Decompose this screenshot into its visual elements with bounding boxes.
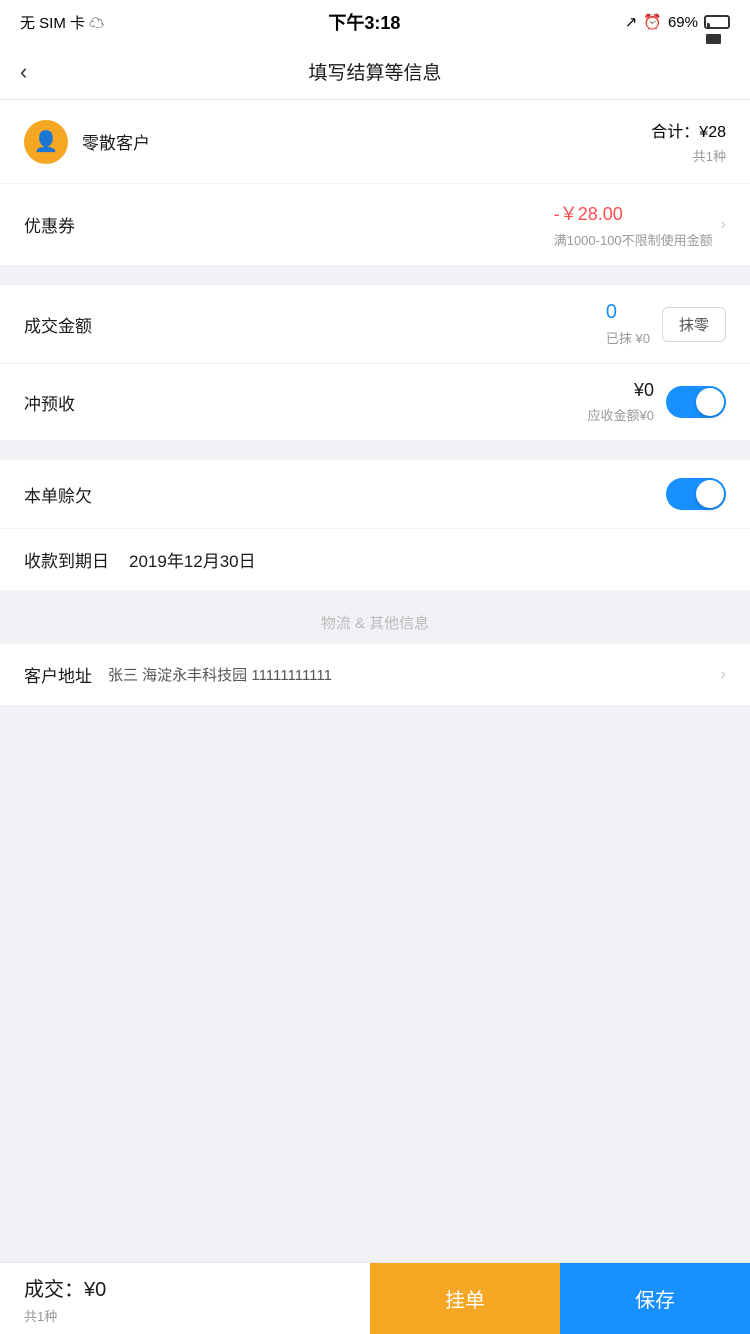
customer-card: 👤 零散客户 合计：¥28 共1种 优惠券 -￥28.00 满1000-100不… [0,100,750,265]
prepay-sub-value: 应收金额¥0 [588,405,654,424]
status-left: 无 SIM 卡 ☁ [20,12,104,33]
bottom-bar: 成交：¥0 共1种 挂单 保存 [0,1262,750,1334]
transaction-amount-label: 成交金额 [24,312,92,337]
round-down-button[interactable]: 抹零 [662,307,726,342]
nav-bar: ‹ 填写结算等信息 [0,44,750,100]
address-value: 张三 海淀永丰科技园 11111111111 [108,664,721,685]
coupon-row[interactable]: 优惠券 -￥28.00 满1000-100不限制使用金额 › [0,183,750,265]
coupon-label: 优惠券 [24,212,75,237]
content-area: 👤 零散客户 合计：¥28 共1种 优惠券 -￥28.00 满1000-100不… [0,100,750,795]
no-sim-text: 无 SIM 卡 ☁ [20,12,104,33]
address-row[interactable]: 客户地址 张三 海淀永丰科技园 11111111111 › [0,644,750,705]
scroll-space [0,715,750,795]
prepay-label: 冲预收 [24,390,75,415]
bottom-info: 成交：¥0 共1种 [0,1273,370,1325]
prepay-main-value: ¥0 [588,380,654,401]
credit-toggle-thumb [696,480,724,508]
address-chevron-icon: › [721,666,726,684]
coupon-discount: -￥28.00 [554,200,713,226]
alarm-icon: ⏰ [643,13,662,31]
due-date-row: 收款到期日 2019年12月30日 [0,528,750,590]
prepay-toggle[interactable] [666,386,726,418]
customer-info: 👤 零散客户 [24,120,150,164]
customer-avatar: 👤 [24,120,68,164]
credit-card: 本单赊欠 收款到期日 2019年12月30日 [0,460,750,590]
coupon-chevron-icon: › [721,216,726,234]
transaction-amount-info: 0 已抹 ¥0 [606,301,650,347]
coupon-desc: 满1000-100不限制使用金额 [554,230,713,249]
due-date-value: 2019年12月30日 [129,547,256,572]
prepay-amounts: ¥0 应收金额¥0 [588,380,654,424]
prepay-right: ¥0 应收金额¥0 [588,380,726,424]
back-button[interactable]: ‹ [20,59,27,85]
bottom-deal-value: ¥0 [84,1279,106,1301]
customer-name: 零散客户 [82,129,150,154]
battery-percent: 69% [668,14,698,31]
status-right: ↗ ⏰ 69% [625,13,730,31]
address-card: 客户地址 张三 海淀永丰科技园 11111111111 › [0,644,750,705]
transaction-amount-value: 0 [606,301,650,324]
prepay-row: 冲预收 ¥0 应收金额¥0 [0,364,750,440]
bottom-deal-amount: 成交：¥0 [24,1273,346,1302]
credit-toggle[interactable] [666,478,726,510]
status-bar: 无 SIM 卡 ☁ 下午3:18 ↗ ⏰ 69% [0,0,750,44]
section-separator-2 [0,450,750,460]
logistics-separator: 物流 & 其他信息 [0,600,750,644]
avatar-icon: 👤 [34,129,59,154]
logistics-label: 物流 & 其他信息 [321,612,429,633]
bottom-deal-label: 成交： [24,1279,84,1301]
save-button[interactable]: 保存 [560,1263,750,1334]
address-label: 客户地址 [24,662,92,687]
customer-total: 合计：¥28 共1种 [651,118,726,165]
coupon-right-info: -￥28.00 满1000-100不限制使用金额 [554,200,713,249]
transaction-card: 成交金额 0 已抹 ¥0 抹零 冲预收 ¥0 应收金额¥0 [0,285,750,440]
status-time: 下午3:18 [328,9,400,35]
transaction-amount-right: 0 已抹 ¥0 抹零 [606,301,726,347]
coupon-right: -￥28.00 满1000-100不限制使用金额 › [554,200,726,249]
total-amount: 合计：¥28 [651,118,726,142]
credit-label: 本单赊欠 [24,482,92,507]
due-date-label: 收款到期日 [24,547,109,572]
total-count: 共1种 [651,146,726,165]
credit-row: 本单赊欠 [0,460,750,528]
transaction-amount-row: 成交金额 0 已抹 ¥0 抹零 [0,285,750,364]
toggle-thumb [696,388,724,416]
transaction-amount-sub: 已抹 ¥0 [606,328,650,347]
location-icon: ↗ [625,13,638,31]
page-title: 填写结算等信息 [308,58,441,85]
bottom-count: 共1种 [24,1306,346,1325]
customer-row: 👤 零散客户 合计：¥28 共1种 [0,100,750,183]
battery-icon [704,15,730,29]
hang-order-button[interactable]: 挂单 [370,1263,560,1334]
section-separator-1 [0,275,750,285]
